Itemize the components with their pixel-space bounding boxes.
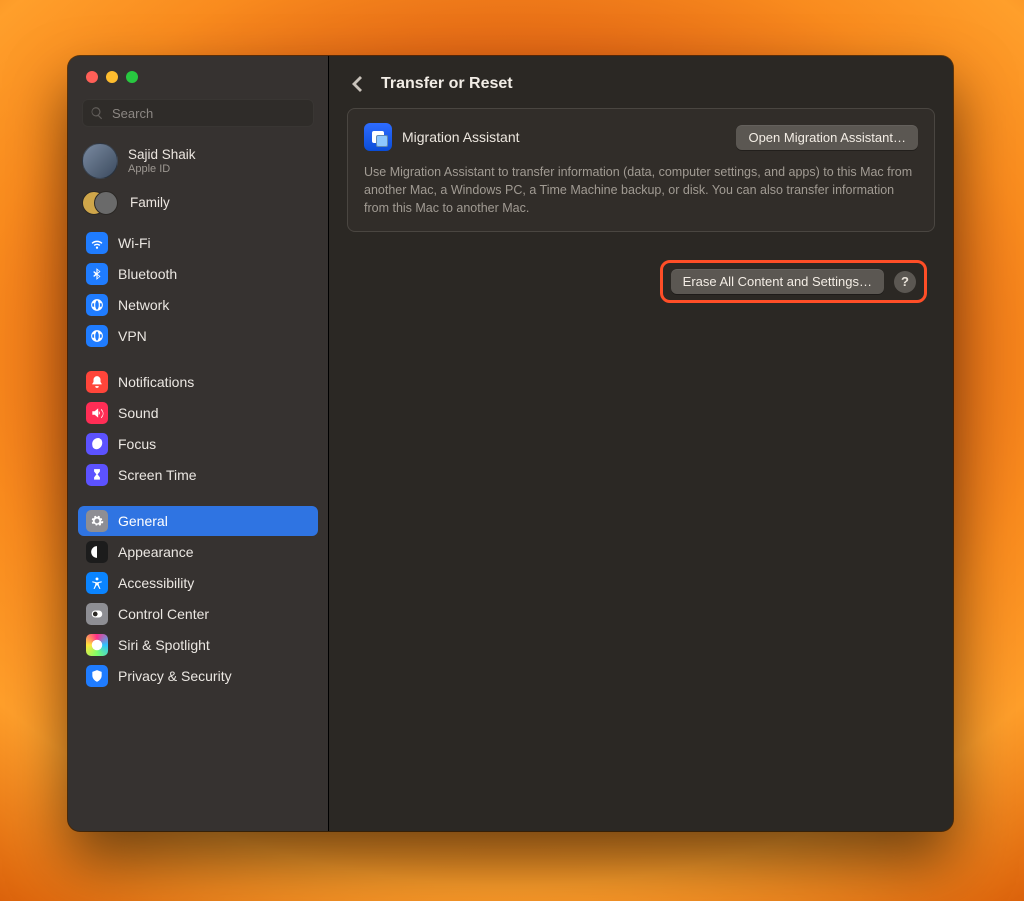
migration-assistant-icon (364, 123, 392, 151)
accessibility-icon (86, 572, 108, 594)
sidebar-item-label: VPN (118, 328, 147, 344)
open-migration-assistant-button[interactable]: Open Migration Assistant… (736, 125, 918, 150)
sidebar-item-notifications[interactable]: Notifications (78, 367, 318, 397)
highlight-annotation: Erase All Content and Settings… ? (660, 260, 927, 303)
minimize-window-button[interactable] (106, 71, 118, 83)
sidebar-item-control-center[interactable]: Control Center (78, 599, 318, 629)
apple-id-row[interactable]: Sajid Shaik Apple ID (68, 137, 328, 185)
sidebar-item-privacy-security[interactable]: Privacy & Security (78, 661, 318, 691)
migration-assistant-title: Migration Assistant (402, 129, 520, 145)
migration-assistant-card: Migration Assistant Open Migration Assis… (347, 108, 935, 232)
sidebar-item-label: Wi-Fi (118, 235, 151, 251)
search-field[interactable] (82, 99, 314, 127)
sidebar: Sajid Shaik Apple ID Family Wi-Fi Bluetoo… (68, 56, 329, 831)
sidebar-item-bluetooth[interactable]: Bluetooth (78, 259, 318, 289)
control-center-icon (86, 603, 108, 625)
sidebar-item-label: Focus (118, 436, 156, 452)
search-icon (90, 106, 104, 120)
sidebar-item-label: Privacy & Security (118, 668, 232, 684)
focus-icon (86, 433, 108, 455)
sidebar-item-label: Bluetooth (118, 266, 177, 282)
notifications-icon (86, 371, 108, 393)
pane-header: Transfer or Reset (329, 56, 953, 108)
avatar (82, 143, 118, 179)
sidebar-item-label: Network (118, 297, 169, 313)
erase-all-content-button[interactable]: Erase All Content and Settings… (671, 269, 884, 294)
migration-assistant-description: Use Migration Assistant to transfer info… (364, 163, 918, 217)
sidebar-item-network[interactable]: Network (78, 290, 318, 320)
help-button[interactable]: ? (894, 271, 916, 293)
family-avatar-stack (82, 191, 120, 215)
sidebar-item-label: General (118, 513, 168, 529)
sidebar-item-general[interactable]: General (78, 506, 318, 536)
sidebar-item-focus[interactable]: Focus (78, 429, 318, 459)
sidebar-item-label: Sound (118, 405, 158, 421)
close-window-button[interactable] (86, 71, 98, 83)
vpn-icon (86, 325, 108, 347)
main-pane: Transfer or Reset Migration Assistant Op… (329, 56, 953, 831)
sidebar-item-appearance[interactable]: Appearance (78, 537, 318, 567)
sidebar-item-screen-time[interactable]: Screen Time (78, 460, 318, 490)
sidebar-item-label: Appearance (118, 544, 194, 560)
sidebar-item-accessibility[interactable]: Accessibility (78, 568, 318, 598)
search-input[interactable] (110, 105, 306, 122)
back-button[interactable] (347, 74, 367, 94)
siri-icon (86, 634, 108, 656)
account-name: Sajid Shaik (128, 147, 196, 163)
account-sub: Apple ID (128, 163, 196, 175)
sidebar-item-label: Control Center (118, 606, 209, 622)
family-label: Family (130, 195, 170, 211)
erase-row: Erase All Content and Settings… ? (347, 254, 935, 309)
sidebar-item-label: Notifications (118, 374, 194, 390)
general-icon (86, 510, 108, 532)
window-controls (68, 56, 328, 83)
sidebar-item-vpn[interactable]: VPN (78, 321, 318, 351)
privacy-icon (86, 665, 108, 687)
network-icon (86, 294, 108, 316)
appearance-icon (86, 541, 108, 563)
page-title: Transfer or Reset (381, 75, 513, 93)
zoom-window-button[interactable] (126, 71, 138, 83)
sidebar-item-label: Screen Time (118, 467, 197, 483)
screen-time-icon (86, 464, 108, 486)
sidebar-item-siri-spotlight[interactable]: Siri & Spotlight (78, 630, 318, 660)
chevron-left-icon (352, 76, 362, 92)
sidebar-item-label: Siri & Spotlight (118, 637, 210, 653)
sound-icon (86, 402, 108, 424)
sidebar-item-sound[interactable]: Sound (78, 398, 318, 428)
family-row[interactable]: Family (68, 185, 328, 221)
sidebar-item-wi-fi[interactable]: Wi-Fi (78, 228, 318, 258)
settings-window: Sajid Shaik Apple ID Family Wi-Fi Bluetoo… (68, 56, 953, 831)
bluetooth-icon (86, 263, 108, 285)
sidebar-groups: Wi-Fi Bluetooth Network VPN Notifications Sou… (68, 221, 328, 831)
sidebar-item-label: Accessibility (118, 575, 194, 591)
wifi-icon (86, 232, 108, 254)
